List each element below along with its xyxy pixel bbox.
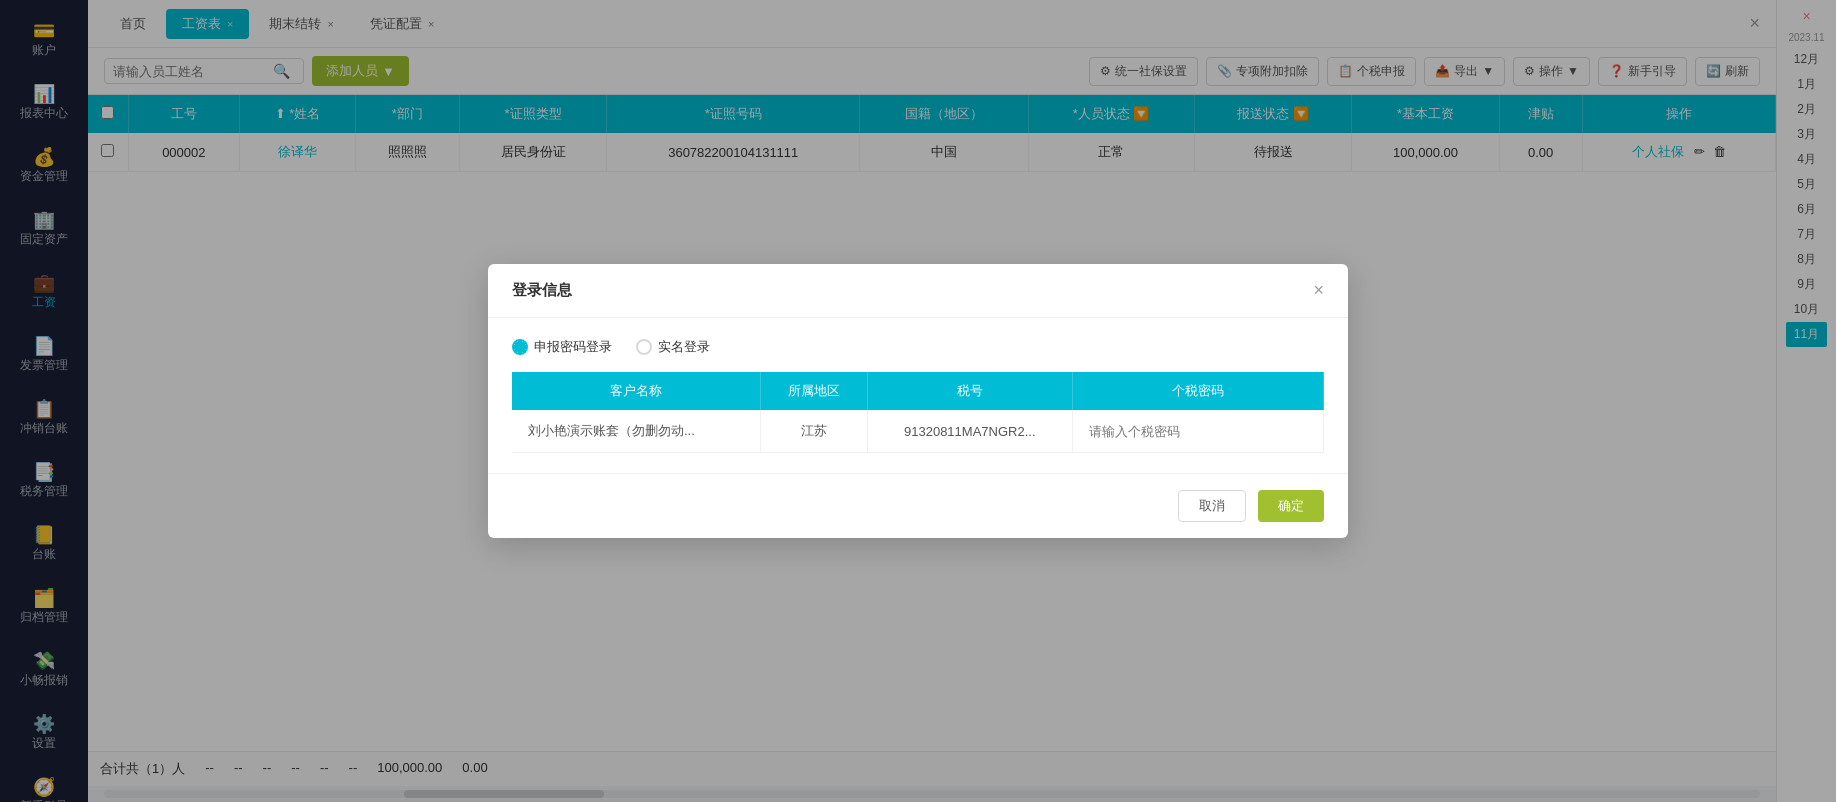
modal-title: 登录信息 <box>512 281 572 300</box>
modal-cell-taxno: 91320811MA7NGR2... <box>867 410 1072 453</box>
modal-footer: 取消 确定 <box>488 473 1348 538</box>
radio-password-login[interactable]: 申报密码登录 <box>512 338 612 356</box>
modal-table-row: 刘小艳演示账套（勿删勿动... 江苏 91320811MA7NGR2... <box>512 410 1324 453</box>
modal-overlay: 登录信息 × 申报密码登录 实名登录 <box>0 0 1836 802</box>
modal-cell-name: 刘小艳演示账套（勿删勿动... <box>512 410 761 453</box>
modal-col-taxpwd: 个税密码 <box>1072 372 1323 410</box>
radio-password-circle <box>512 339 528 355</box>
modal-cell-taxpwd[interactable] <box>1072 410 1323 453</box>
modal-table-header: 客户名称 所属地区 税号 个税密码 <box>512 372 1324 410</box>
modal-col-taxno: 税号 <box>867 372 1072 410</box>
confirm-button[interactable]: 确定 <box>1258 490 1324 522</box>
modal-cell-region: 江苏 <box>761 410 867 453</box>
tax-password-input[interactable] <box>1089 424 1307 439</box>
modal-header: 登录信息 × <box>488 264 1348 318</box>
modal-body: 申报密码登录 实名登录 客户名称 所属地区 税号 个税密码 <box>488 318 1348 473</box>
modal-close-btn[interactable]: × <box>1313 280 1324 301</box>
login-info-modal: 登录信息 × 申报密码登录 实名登录 <box>488 264 1348 538</box>
radio-realname-circle <box>636 339 652 355</box>
modal-col-region: 所属地区 <box>761 372 867 410</box>
radio-realname-login[interactable]: 实名登录 <box>636 338 710 356</box>
login-type-radio-group: 申报密码登录 实名登录 <box>512 338 1324 356</box>
modal-col-name: 客户名称 <box>512 372 761 410</box>
modal-data-table: 客户名称 所属地区 税号 个税密码 刘小艳演示账套（勿删勿动... 江苏 913… <box>512 372 1324 453</box>
cancel-button[interactable]: 取消 <box>1178 490 1246 522</box>
